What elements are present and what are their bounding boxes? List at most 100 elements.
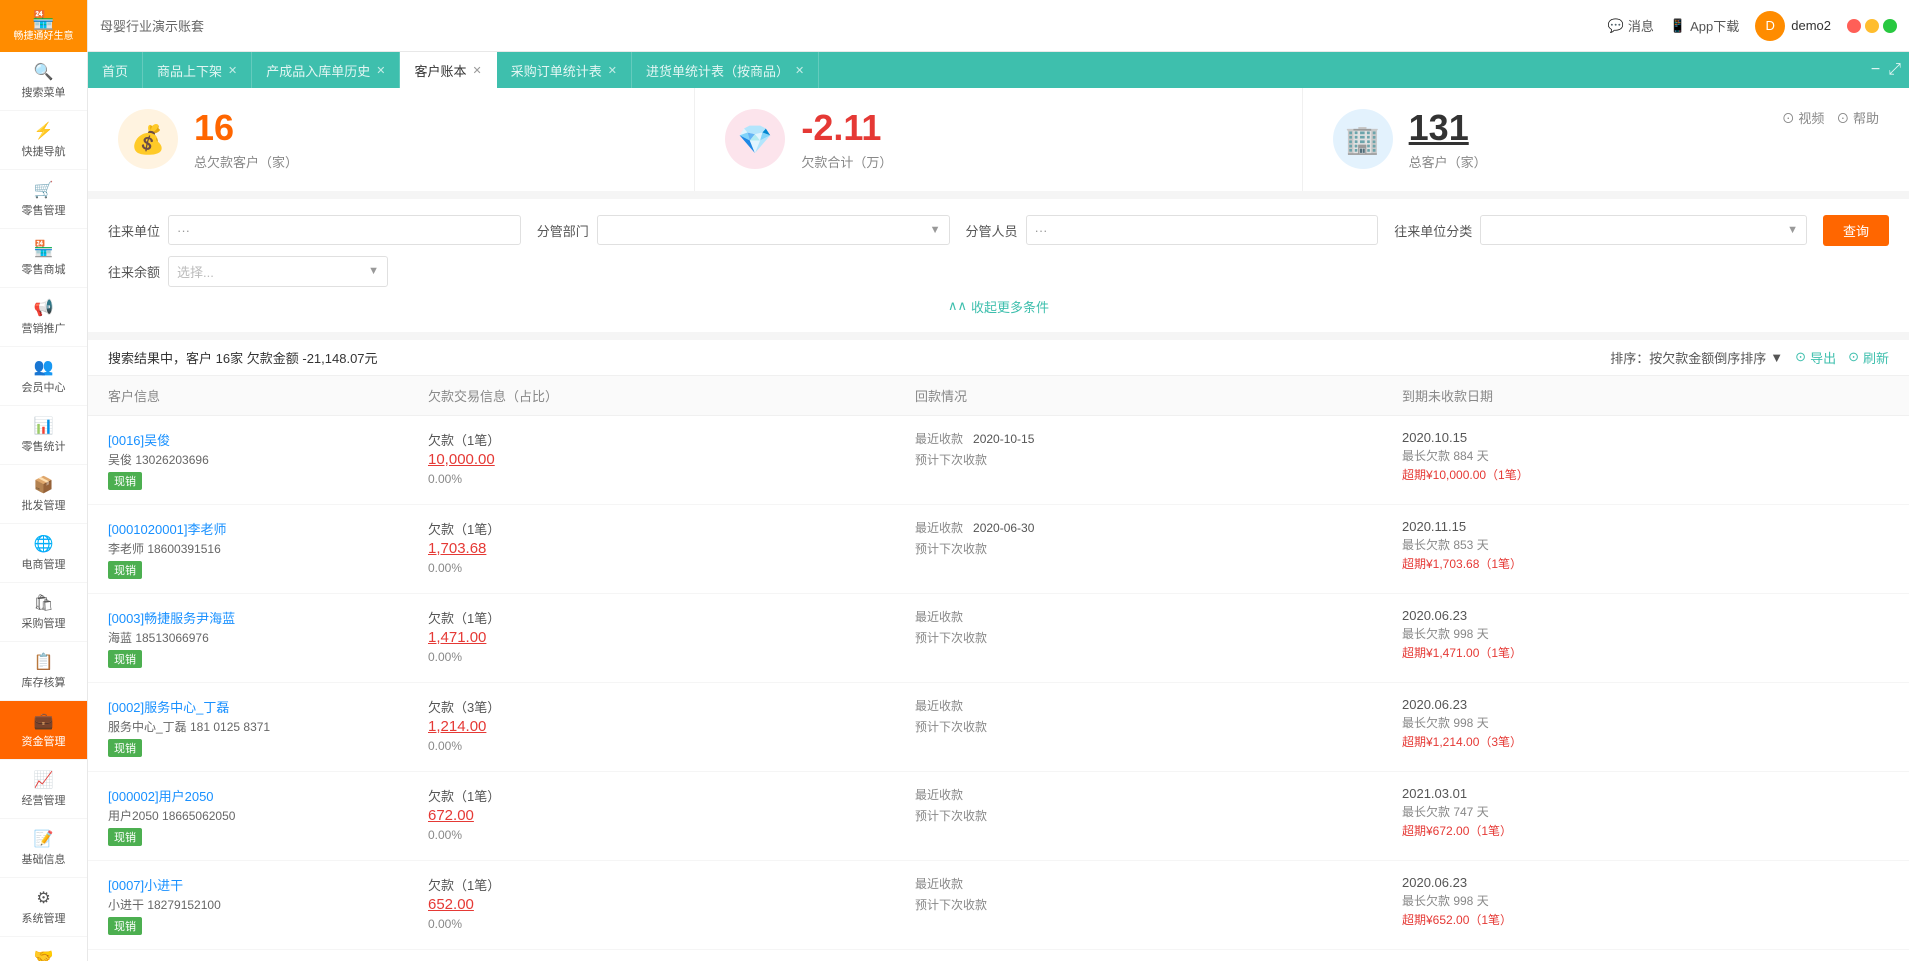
repay-last-date-0: 2020-10-15 <box>973 432 1034 446</box>
username: demo2 <box>1791 18 1831 33</box>
collapse-icon: ∧∧ <box>948 298 967 314</box>
customer-name-1[interactable]: [0001020001]李老师 <box>108 522 227 537</box>
page-content: 💰 16 总欠款客户（家） 💎 -2.11 欠款合计（万） 🏢 131 总客户（… <box>88 88 1909 961</box>
repay-next-5: 预计下次收款 <box>915 896 1402 913</box>
tab-label-incoming_stats: 进货单统计表（按商品） <box>646 61 789 80</box>
export-btn[interactable]: ⊙ 导出 <box>1795 348 1836 367</box>
tab-incoming_stats[interactable]: 进货单统计表（按商品） ✕ <box>632 52 819 88</box>
tabs-expand-icon[interactable]: ⤢ <box>1888 61 1901 79</box>
tab-customer_account[interactable]: 客户账本✕ <box>400 52 496 88</box>
due-overdue-2[interactable]: 超期¥1,471.00（1笔） <box>1402 644 1889 661</box>
due-overdue-4[interactable]: 超期¥672.00（1笔） <box>1402 822 1889 839</box>
sidebar-item-enterprise[interactable]: 🤝企业协同 <box>0 937 87 961</box>
table-row: [0002]服务中心_丁磊 服务中心_丁磊 181 0125 8371 现销 欠… <box>88 683 1909 772</box>
debt-pct-0: 0.00% <box>428 472 915 486</box>
filter-category: 往来单位分类 ▼ <box>1394 215 1807 245</box>
message-btn[interactable]: 💬 消息 <box>1608 16 1654 35</box>
person-input[interactable]: ··· <box>1026 215 1379 245</box>
sidebar-item-member[interactable]: 👥会员中心 <box>0 347 87 406</box>
message-label: 消息 <box>1628 16 1654 35</box>
sidebar-item-batch_mgmt[interactable]: 📦批发管理 <box>0 465 87 524</box>
sidebar-item-retail_stats[interactable]: 📊零售统计 <box>0 406 87 465</box>
due-overdue-1[interactable]: 超期¥1,703.68（1笔） <box>1402 555 1889 572</box>
sidebar-label-ecommerce: 电商管理 <box>6 556 81 572</box>
user-menu[interactable]: D demo2 <box>1755 11 1831 41</box>
app-download-btn[interactable]: 📱 App下载 <box>1670 16 1739 35</box>
debt-amount-0[interactable]: 10,000.00 <box>428 451 915 468</box>
customer-phone-0: 吴俊 13026203696 <box>108 451 428 468</box>
debt-amount-3[interactable]: 1,214.00 <box>428 718 915 735</box>
due-overdue-5[interactable]: 超期¥652.00（1笔） <box>1402 911 1889 928</box>
window-minimize[interactable] <box>1865 19 1879 33</box>
refresh-btn[interactable]: ⊙ 刷新 <box>1848 348 1889 367</box>
sidebar-item-finance[interactable]: 💼资金管理 <box>0 701 87 760</box>
customer-name-5[interactable]: [0007]小进干 <box>108 878 183 893</box>
tab-product_history[interactable]: 产成品入库单历史✕ <box>252 52 400 88</box>
topbar: 母婴行业演示账套 💬 消息 📱 App下载 D demo2 <box>88 0 1909 52</box>
debt-amount-4[interactable]: 672.00 <box>428 807 915 824</box>
inventory-icon: 📋 <box>34 654 54 671</box>
debt-amount-1[interactable]: 1,703.68 <box>428 540 915 557</box>
customer-name-3[interactable]: [0002]服务中心_丁磊 <box>108 700 229 715</box>
tab-goods_shelf[interactable]: 商品上下架✕ <box>143 52 252 88</box>
sort-btn[interactable]: 排序：按欠款金额倒序排序 ▼ <box>1610 348 1783 367</box>
sidebar-item-purchase[interactable]: 🛍采购管理 <box>0 583 87 642</box>
window-controls <box>1847 19 1897 33</box>
stat-icon-money: 💰 <box>118 109 178 169</box>
due-date-1: 2020.11.15 <box>1402 519 1889 534</box>
customer-name-4[interactable]: [000002]用户2050 <box>108 789 214 804</box>
tab-close-incoming_stats[interactable]: ✕ <box>795 64 804 77</box>
customer-cell-5: [0007]小进干 小进干 18279152100 现销 <box>108 875 428 935</box>
tab-purchase_stats[interactable]: 采购订单统计表✕ <box>497 52 632 88</box>
results-bar: 搜索结果中，客户 16家 欠款金额 -21,148.07元 排序：按欠款金额倒序… <box>88 340 1909 376</box>
tab-close-purchase_stats[interactable]: ✕ <box>608 64 617 77</box>
dept-select[interactable]: ▼ <box>597 215 950 245</box>
search-button[interactable]: 查询 <box>1823 215 1889 246</box>
sidebar-item-quick_nav[interactable]: ⚡快捷导航 <box>0 111 87 170</box>
sidebar-item-system[interactable]: ⚙系统管理 <box>0 878 87 937</box>
tabs-minimize-icon[interactable]: − <box>1871 61 1880 79</box>
sidebar-item-operation[interactable]: 📈经营管理 <box>0 760 87 819</box>
customer-name-0[interactable]: [0016]吴俊 <box>108 433 170 448</box>
category-select[interactable]: ▼ <box>1480 215 1807 245</box>
debt-amount-2[interactable]: 1,471.00 <box>428 629 915 646</box>
sidebar-label-system: 系统管理 <box>6 910 81 926</box>
stat-total-customers-label: 总客户（家） <box>1409 152 1487 171</box>
video-btn[interactable]: ⊙ 视频 <box>1782 108 1825 127</box>
topbar-right: 💬 消息 📱 App下载 D demo2 <box>1608 11 1897 41</box>
filter-area: 往来单位 ··· 分管部门 ▼ 分管人员 ··· <box>88 199 1909 332</box>
debt-count-1: 欠款（1笔） <box>428 519 915 538</box>
sidebar-label-retail_mall: 零售商城 <box>6 261 81 277</box>
collapse-btn[interactable]: ∧∧ 收起更多条件 <box>108 297 1889 316</box>
supplier-input[interactable]: ··· <box>168 215 521 245</box>
tab-home[interactable]: 首页 <box>88 52 143 88</box>
due-overdue-3[interactable]: 超期¥1,214.00（3笔） <box>1402 733 1889 750</box>
sidebar-item-inventory[interactable]: 📋库存核算 <box>0 642 87 701</box>
due-overdue-0[interactable]: 超期¥10,000.00（1笔） <box>1402 466 1889 483</box>
enterprise-icon: 🤝 <box>34 949 54 961</box>
customer-name-2[interactable]: [0003]畅捷服务尹海蓝 <box>108 611 235 626</box>
customer-phone-3: 服务中心_丁磊 181 0125 8371 <box>108 718 428 735</box>
sidebar-item-marketing[interactable]: 📢营销推广 <box>0 288 87 347</box>
debt-amount-5[interactable]: 652.00 <box>428 896 915 913</box>
help-btn[interactable]: ⊙ 帮助 <box>1836 108 1879 127</box>
dept-chevron-icon: ▼ <box>930 224 941 236</box>
tab-close-customer_account[interactable]: ✕ <box>473 64 482 77</box>
table-row: [0003]畅捷服务尹海蓝 海蓝 18513066976 现销 欠款（1笔） 1… <box>88 594 1909 683</box>
due-date-3: 2020.06.23 <box>1402 697 1889 712</box>
sidebar-label-marketing: 营销推广 <box>6 320 81 336</box>
balance-select[interactable]: 选择... ▼ <box>168 256 388 287</box>
results-actions: 排序：按欠款金额倒序排序 ▼ ⊙ 导出 ⊙ 刷新 <box>1610 348 1889 367</box>
sidebar-item-retail_mgmt[interactable]: 🛒零售管理 <box>0 170 87 229</box>
stat-debt-customers-number: 16 <box>194 108 298 148</box>
sidebar-item-basic_info[interactable]: 📝基础信息 <box>0 819 87 878</box>
sidebar-item-search[interactable]: 🔍搜索菜单 <box>0 52 87 111</box>
sidebar-item-ecommerce[interactable]: 🌐电商管理 <box>0 524 87 583</box>
window-close[interactable] <box>1847 19 1861 33</box>
tab-close-product_history[interactable]: ✕ <box>376 64 385 77</box>
sidebar-item-retail_mall[interactable]: 🏪零售商城 <box>0 229 87 288</box>
operation-icon: 📈 <box>34 772 54 789</box>
tab-close-goods_shelf[interactable]: ✕ <box>228 64 237 77</box>
table-row: [0016]吴俊 吴俊 13026203696 现销 欠款（1笔） 10,000… <box>88 416 1909 505</box>
window-maximize[interactable] <box>1883 19 1897 33</box>
